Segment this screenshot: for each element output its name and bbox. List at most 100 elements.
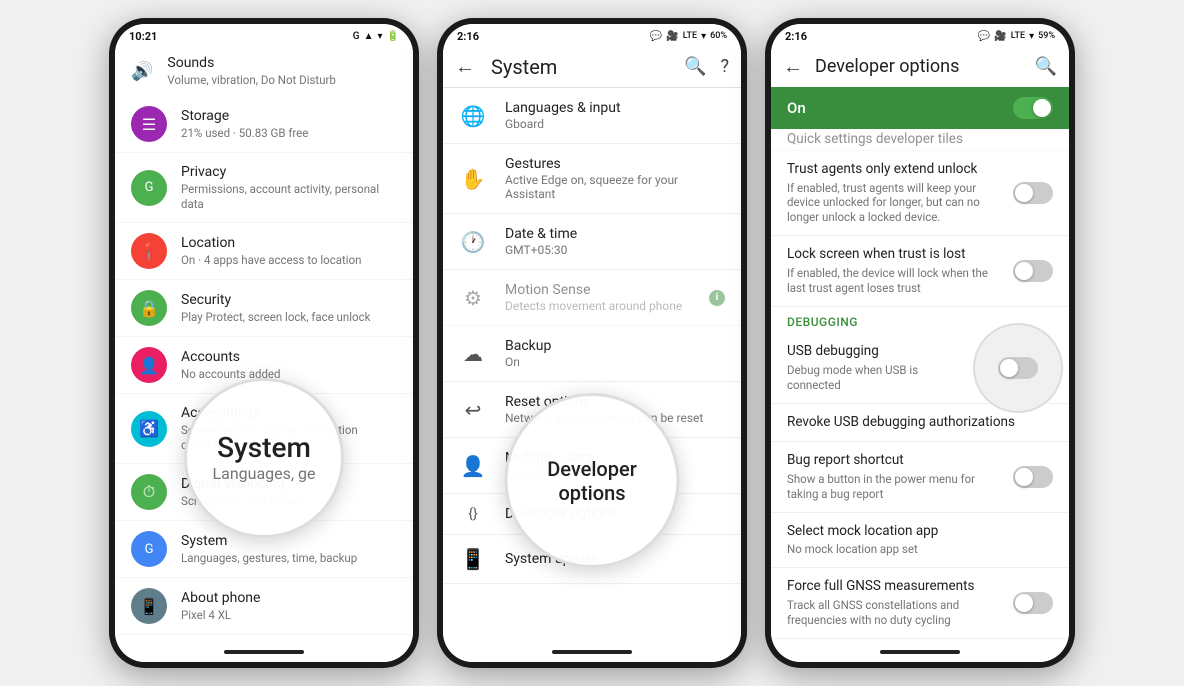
developer-options-icon: {} — [459, 506, 487, 522]
developer-zoom-circle: Developer options — [505, 393, 680, 568]
trust-agents-item[interactable]: Trust agents only extend unlock If enabl… — [771, 151, 1069, 236]
quick-settings-text: Quick settings developer tiles — [787, 131, 1053, 149]
phone-3-screen: 2:16 💬 🎥 LTE ▾ 59% ← Developer options 🔍… — [771, 24, 1069, 662]
lock-screen-toggle[interactable] — [1013, 260, 1053, 282]
privacy-subtitle: Permissions, account activity, personal … — [181, 182, 397, 212]
mock-location-title: Select mock location app — [787, 523, 1053, 541]
storage-title: Storage — [181, 107, 397, 125]
usb-debugging-toggle[interactable] — [998, 357, 1038, 379]
sounds-text: Sounds Volume, vibration, Do Not Disturb — [167, 54, 397, 88]
bug-report-toggle[interactable] — [1013, 466, 1053, 488]
usb-toggle-circle — [973, 323, 1063, 413]
status-bar-2: 2:16 💬 🎥 LTE ▾ 60% — [443, 24, 741, 46]
help-icon[interactable]: ? — [720, 56, 729, 77]
security-icon: 🔒 — [131, 290, 167, 326]
sounds-item[interactable]: 🔊 Sounds Volume, vibration, Do Not Distu… — [115, 46, 413, 96]
motion-sense-item[interactable]: ⚙ Motion Sense Detects movement around p… — [443, 270, 741, 326]
privacy-title: Privacy — [181, 163, 397, 181]
backup-title: Backup — [505, 338, 725, 354]
nav-pill-2 — [552, 650, 632, 654]
nav-pill-3 — [880, 650, 960, 654]
status-bar-3: 2:16 💬 🎥 LTE ▾ 59% — [771, 24, 1069, 46]
lock-screen-text: Lock screen when trust is lost If enable… — [787, 246, 1003, 295]
volume-icon: 🔊 — [131, 61, 153, 82]
gnss-text: Force full GNSS measurements Track all G… — [787, 578, 1003, 627]
gnss-toggle[interactable] — [1013, 592, 1053, 614]
system-title: System — [181, 532, 397, 550]
phone-1: 10:21 G ▲ ▾ 🔋 🔊 Sounds Volume, vibration… — [109, 18, 419, 668]
backup-text: Backup On — [505, 338, 725, 369]
usb-debugging-item[interactable]: USB debugging Debug mode when USB is con… — [771, 333, 1069, 404]
mock-location-text: Select mock location app No mock locatio… — [787, 523, 1053, 557]
backup-item[interactable]: ☁ Backup On — [443, 326, 741, 382]
privacy-item[interactable]: G Privacy Permissions, account activity,… — [115, 153, 413, 223]
security-title: Security — [181, 291, 397, 309]
about-phone-icon: 📱 — [131, 588, 167, 624]
tips-support-item[interactable]: ? Tips & support Help articles, phone & … — [115, 635, 413, 642]
date-time-item[interactable]: 🕐 Date & time GMT+05:30 — [443, 214, 741, 270]
security-item[interactable]: 🔒 Security Play Protect, screen lock, fa… — [115, 280, 413, 337]
about-phone-item[interactable]: 📱 About phone Pixel 4 XL — [115, 578, 413, 635]
search-icon-2[interactable]: 🔍 — [684, 56, 706, 77]
accounts-subtitle: No accounts added — [181, 367, 397, 382]
languages-title: Languages & input — [505, 100, 725, 116]
system-icon: G — [131, 531, 167, 567]
multiple-users-icon: 👤 — [459, 454, 487, 478]
nav-bar-1 — [115, 642, 413, 662]
mock-location-item[interactable]: Select mock location app No mock locatio… — [771, 513, 1069, 568]
gnss-item[interactable]: Force full GNSS measurements Track all G… — [771, 568, 1069, 638]
dev-options-list: Quick settings developer tiles Trust age… — [771, 129, 1069, 642]
motion-sense-title: Motion Sense — [505, 282, 691, 298]
back-button-3[interactable]: ← — [783, 54, 803, 79]
about-phone-text: About phone Pixel 4 XL — [181, 589, 397, 623]
dev-on-label: On — [787, 99, 806, 117]
usb-debugging-title: USB debugging — [787, 343, 973, 361]
system-subtitle: Languages, gestures, time, backup — [181, 551, 397, 566]
zoom-main-text: System — [217, 431, 311, 465]
gestures-item[interactable]: ✋ Gestures Active Edge on, squeeze for y… — [443, 144, 741, 214]
nav-bar-2 — [443, 642, 741, 662]
revoke-usb-title: Revoke USB debugging authorizations — [787, 414, 1053, 432]
trust-agents-sub: If enabled, trust agents will keep your … — [787, 181, 1003, 226]
trust-agents-toggle[interactable] — [1013, 182, 1053, 204]
lock-screen-sub: If enabled, the device will lock when th… — [787, 266, 1003, 296]
quick-settings-item[interactable]: Quick settings developer tiles — [771, 129, 1069, 151]
system-text: System Languages, gestures, time, backup — [181, 532, 397, 566]
wifi-icon: ▾ — [378, 31, 383, 42]
languages-text: Languages & input Gboard — [505, 100, 725, 131]
phone-1-screen: 10:21 G ▲ ▾ 🔋 🔊 Sounds Volume, vibration… — [115, 24, 413, 662]
date-time-icon: 🕐 — [459, 230, 487, 254]
lte-icon: LTE — [683, 31, 697, 41]
lock-screen-item[interactable]: Lock screen when trust is lost If enable… — [771, 236, 1069, 306]
gestures-icon: ✋ — [459, 167, 487, 191]
privacy-text: Privacy Permissions, account activity, p… — [181, 163, 397, 212]
gnss-sub: Track all GNSS constellations and freque… — [787, 598, 1003, 628]
usb-toggle-container — [983, 343, 1053, 393]
bug-report-item[interactable]: Bug report shortcut Show a button in the… — [771, 442, 1069, 512]
languages-item[interactable]: 🌐 Languages & input Gboard — [443, 88, 741, 144]
phone-2: 2:16 💬 🎥 LTE ▾ 60% ← System 🔍 ? 🌐 — [437, 18, 747, 668]
back-button-2[interactable]: ← — [455, 54, 475, 79]
dev-options-header: ← Developer options 🔍 — [771, 46, 1069, 87]
date-time-title: Date & time — [505, 226, 725, 242]
languages-icon: 🌐 — [459, 104, 487, 128]
system-title-header: System — [491, 55, 668, 79]
usb-debugging-sub: Debug mode when USB is connected — [787, 363, 973, 393]
dev-on-toggle[interactable] — [1013, 97, 1053, 119]
video-icon-3: 🎥 — [994, 31, 1006, 42]
backup-icon: ☁ — [459, 342, 487, 366]
signal-icon-2: ▾ — [701, 31, 706, 42]
battery-icon-2: 60% — [710, 31, 727, 41]
location-subtitle: On · 4 apps have access to location — [181, 253, 397, 268]
motion-sense-text: Motion Sense Detects movement around pho… — [505, 282, 691, 313]
status-icons-1: G ▲ ▾ 🔋 — [353, 31, 399, 42]
location-text: Location On · 4 apps have access to loca… — [181, 234, 397, 268]
lock-screen-title: Lock screen when trust is lost — [787, 246, 1003, 264]
status-icons-2: 💬 🎥 LTE ▾ 60% — [650, 31, 727, 42]
location-item[interactable]: 📍 Location On · 4 apps have access to lo… — [115, 223, 413, 280]
digital-wellbeing-icon: ⏱ — [131, 474, 167, 510]
search-icon-3[interactable]: 🔍 — [1035, 56, 1057, 77]
time-3: 2:16 — [785, 30, 807, 43]
gestures-title: Gestures — [505, 156, 725, 172]
storage-item[interactable]: ☰ Storage 21% used · 50.83 GB free — [115, 96, 413, 153]
